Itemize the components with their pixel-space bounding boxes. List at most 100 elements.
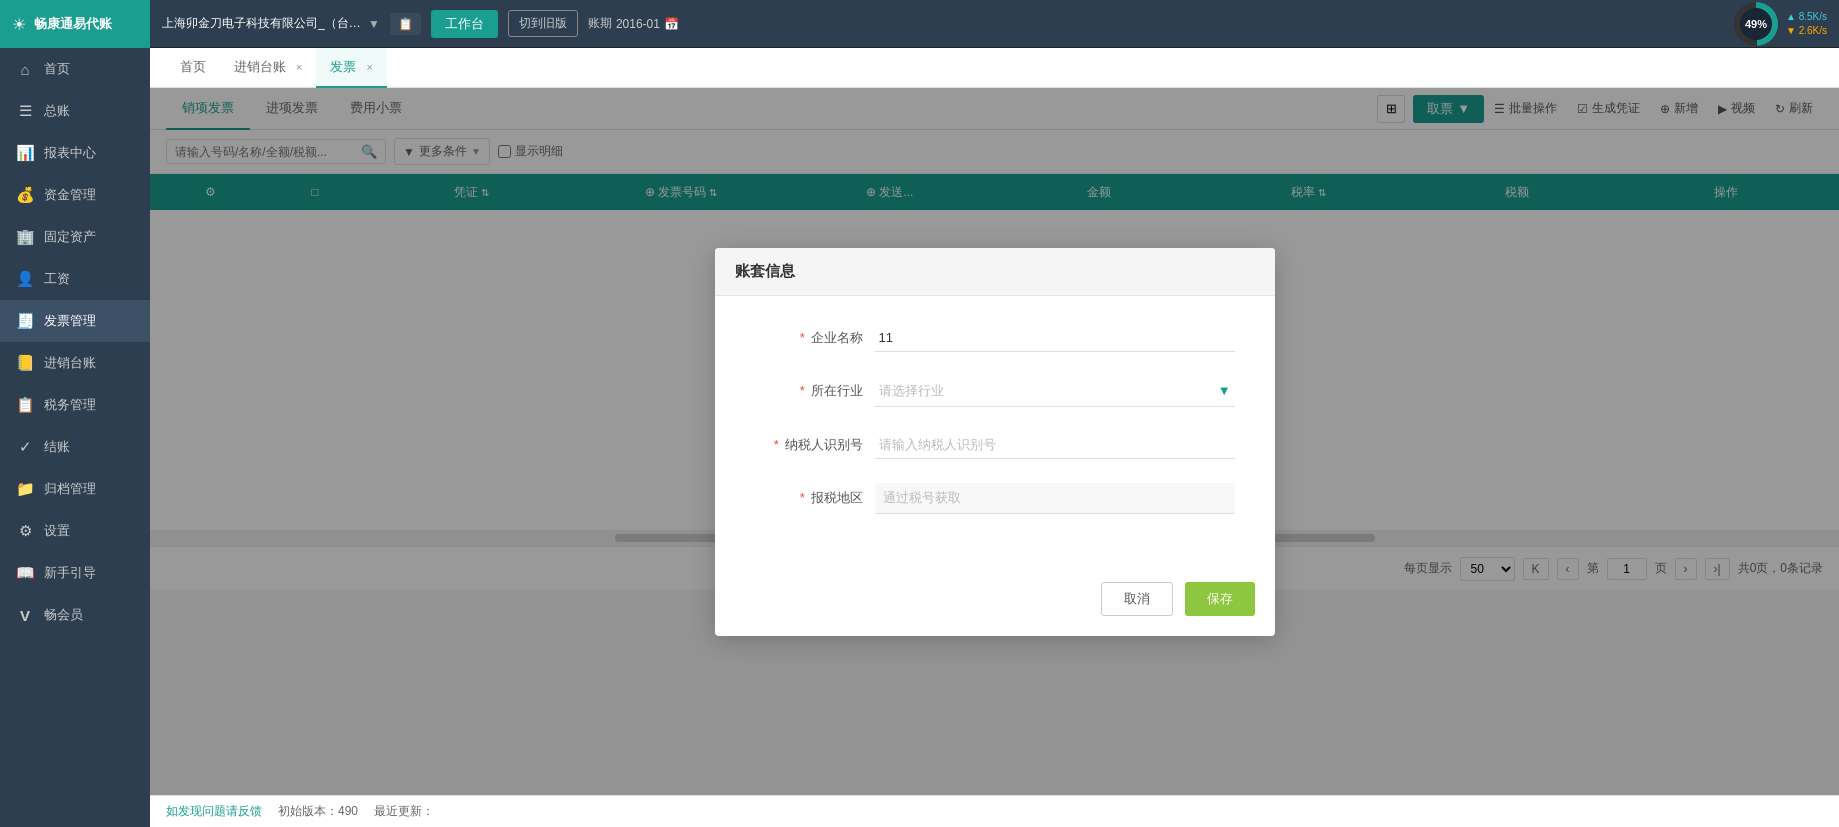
sidebar-item-label: 资金管理: [44, 186, 96, 204]
reports-icon: 📊: [16, 144, 34, 162]
tab-home-label: 首页: [180, 58, 206, 76]
cancel-button[interactable]: 取消: [1101, 582, 1173, 616]
tab-purchase-sales[interactable]: 进销台账 ×: [220, 48, 316, 88]
ledger-icon: ☰: [16, 102, 34, 120]
page-tabs: 首页 进销台账 × 发票 ×: [150, 48, 1839, 88]
archive-icon: 📁: [16, 480, 34, 498]
sidebar-item-payroll[interactable]: 👤 工资: [0, 258, 150, 300]
sidebar-item-ledger[interactable]: ☰ 总账: [0, 90, 150, 132]
sidebar-item-label: 畅会员: [44, 606, 83, 624]
speed-widget: 49% ▲ 8.5K/s ▼ 2.6K/s: [1734, 2, 1827, 46]
home-icon: ⌂: [16, 61, 34, 78]
industry-select[interactable]: 请选择行业 ▼: [875, 376, 1235, 407]
sidebar-item-vip[interactable]: V 畅会员: [0, 594, 150, 636]
tab-invoice-close[interactable]: ×: [366, 61, 372, 73]
modal-title: 账套信息: [715, 248, 1275, 296]
sidebar-item-label: 进销台账: [44, 354, 96, 372]
sidebar-item-finance[interactable]: 💰 资金管理: [0, 174, 150, 216]
content-area: 销项发票 进项发票 费用小票 ⊞ 取票 ▼ ☰: [150, 88, 1839, 795]
modal-overlay[interactable]: 账套信息 * 企业名称: [150, 88, 1839, 795]
sidebar-item-label: 新手引导: [44, 564, 96, 582]
sidebar-item-label: 工资: [44, 270, 70, 288]
sidebar: ☀ 畅康通易代账 ⌂ 首页 ☰ 总账 📊 报表中心 💰 资金管理 🏢 固定资: [0, 0, 150, 827]
company-name-input[interactable]: [875, 324, 1235, 352]
speed-circle: 49%: [1734, 2, 1778, 46]
invoice-icon: 🧾: [16, 312, 34, 330]
sidebar-item-label: 税务管理: [44, 396, 96, 414]
main-area: 上海卯金刀电子科技有限公司_（台201... ▼ 📋 工作台 切到旧版 账期 2…: [150, 0, 1839, 827]
download-speed: ▼ 2.6K/s: [1786, 24, 1827, 38]
switch-old-version-button[interactable]: 切到旧版: [508, 10, 578, 37]
tax-id-input[interactable]: [875, 431, 1235, 459]
sidebar-item-home[interactable]: ⌂ 首页: [0, 48, 150, 90]
sidebar-logo: ☀ 畅康通易代账: [0, 0, 150, 48]
topbar: 上海卯金刀电子科技有限公司_（台201... ▼ 📋 工作台 切到旧版 账期 2…: [150, 0, 1839, 48]
tab-invoice[interactable]: 发票 ×: [316, 48, 386, 88]
sidebar-item-label: 首页: [44, 60, 70, 78]
purchase-sales-icon: 📒: [16, 354, 34, 372]
modal-footer: 取消 保存: [715, 566, 1275, 636]
industry-field: 请选择行业 ▼: [875, 376, 1235, 407]
sidebar-item-reports[interactable]: 📊 报表中心: [0, 132, 150, 174]
sidebar-item-settings[interactable]: ⚙ 设置: [0, 510, 150, 552]
company-dropdown-icon[interactable]: ▼: [368, 17, 380, 31]
sidebar-item-invoice[interactable]: 🧾 发票管理: [0, 300, 150, 342]
form-row-company: * 企业名称: [755, 324, 1235, 352]
sidebar-nav: ⌂ 首页 ☰ 总账 📊 报表中心 💰 资金管理 🏢 固定资产 👤 工资: [0, 48, 150, 827]
tax-region-display: 通过税号获取: [875, 483, 1235, 514]
vip-icon: V: [16, 607, 34, 624]
sidebar-item-close[interactable]: ✓ 结账: [0, 426, 150, 468]
industry-placeholder: 请选择行业: [879, 382, 944, 400]
sidebar-item-label: 结账: [44, 438, 70, 456]
tax-id-label: * 纳税人识别号: [755, 436, 875, 454]
company-icon-button[interactable]: 📋: [390, 13, 421, 35]
feedback-link[interactable]: 如发现问题请反馈: [166, 803, 262, 820]
payroll-icon: 👤: [16, 270, 34, 288]
form-row-tax-region: * 报税地区 通过税号获取: [755, 483, 1235, 514]
sidebar-item-assets[interactable]: 🏢 固定资产: [0, 216, 150, 258]
modal-body: * 企业名称 * 所在行业: [715, 296, 1275, 566]
gear-icon: ⚙: [16, 522, 34, 540]
guide-icon: 📖: [16, 564, 34, 582]
sidebar-item-archive[interactable]: 📁 归档管理: [0, 468, 150, 510]
tab-purchase-sales-close[interactable]: ×: [296, 61, 302, 73]
period-display: 账期 2016-01 📅: [588, 15, 679, 32]
close-books-icon: ✓: [16, 438, 34, 456]
save-button[interactable]: 保存: [1185, 582, 1255, 616]
sidebar-item-guide[interactable]: 📖 新手引导: [0, 552, 150, 594]
company-selector[interactable]: 上海卯金刀电子科技有限公司_（台201... ▼: [162, 15, 380, 32]
sidebar-item-label: 发票管理: [44, 312, 96, 330]
sidebar-item-label: 归档管理: [44, 480, 96, 498]
sidebar-item-purchase-sales[interactable]: 📒 进销台账: [0, 342, 150, 384]
sidebar-item-tax[interactable]: 📋 税务管理: [0, 384, 150, 426]
sidebar-item-label: 固定资产: [44, 228, 96, 246]
industry-dropdown-icon: ▼: [1218, 383, 1231, 398]
tax-id-field: [875, 431, 1235, 459]
tax-region-field: 通过税号获取: [875, 483, 1235, 514]
tab-purchase-sales-label: 进销台账: [234, 58, 286, 76]
calendar-icon[interactable]: 📅: [664, 17, 679, 31]
account-info-modal: 账套信息 * 企业名称: [715, 248, 1275, 636]
bottom-bar: 如发现问题请反馈 初始版本：490 最近更新：: [150, 795, 1839, 827]
tax-region-label: * 报税地区: [755, 489, 875, 507]
industry-label: * 所在行业: [755, 382, 875, 400]
tab-home[interactable]: 首页: [166, 48, 220, 88]
version-info: 初始版本：490: [278, 803, 358, 820]
company-name-label: * 企业名称: [755, 329, 875, 347]
logo-icon: ☀: [12, 15, 26, 34]
update-info: 最近更新：: [374, 803, 434, 820]
sidebar-item-label: 总账: [44, 102, 70, 120]
form-row-tax-id: * 纳税人识别号: [755, 431, 1235, 459]
finance-icon: 💰: [16, 186, 34, 204]
tab-invoice-label: 发票: [330, 58, 356, 76]
sidebar-item-label: 报表中心: [44, 144, 96, 162]
period-label: 账期: [588, 15, 612, 32]
speed-stats: ▲ 8.5K/s ▼ 2.6K/s: [1786, 10, 1827, 38]
period-value: 2016-01: [616, 17, 660, 31]
speed-percent: 49%: [1740, 8, 1772, 40]
sidebar-item-label: 设置: [44, 522, 70, 540]
workbench-button[interactable]: 工作台: [431, 10, 498, 38]
assets-icon: 🏢: [16, 228, 34, 246]
form-row-industry: * 所在行业 请选择行业 ▼: [755, 376, 1235, 407]
tax-icon: 📋: [16, 396, 34, 414]
